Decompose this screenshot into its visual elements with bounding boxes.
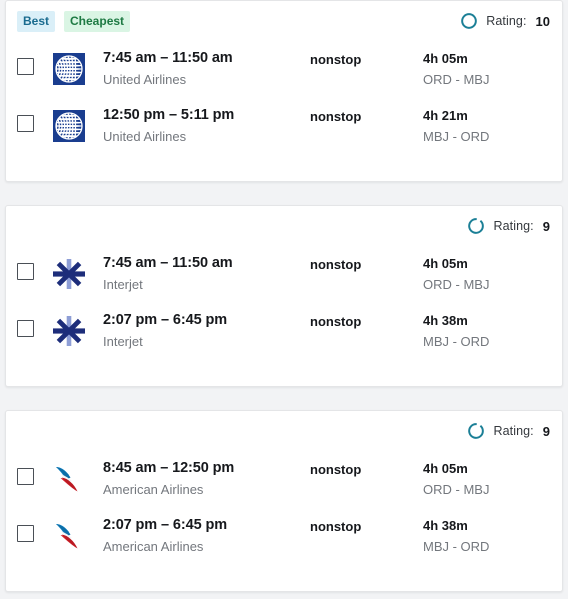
flight-select-checkbox[interactable] xyxy=(17,468,34,485)
flight-duration-block: 4h 21m MBJ - ORD xyxy=(423,106,550,146)
flight-airline-name: United Airlines xyxy=(103,129,187,144)
interjet-logo xyxy=(51,256,87,292)
rating-group: Rating: 9 xyxy=(467,217,550,235)
flight-row[interactable]: 2:07 pm – 6:45 pm Interjet nonstop 4h 38m MB… xyxy=(6,303,562,360)
flight-airline-name: American Airlines xyxy=(103,539,204,554)
flight-airline-name: Interjet xyxy=(103,277,143,292)
flight-times: 12:50 pm – 5:11 pm xyxy=(103,107,235,123)
flight-card-header: Rating: 9 xyxy=(6,411,562,451)
flight-duration-block: 4h 38m MBJ - ORD xyxy=(423,311,550,351)
rating-label: Rating: xyxy=(486,14,527,28)
rating-label: Rating: xyxy=(493,424,534,438)
flight-time-block: 7:45 am – 11:50 am United Airlines xyxy=(103,49,310,89)
flight-times: 7:45 am – 11:50 am xyxy=(103,50,233,66)
flight-select-checkbox[interactable] xyxy=(17,525,34,542)
rating-value: 10 xyxy=(535,13,550,29)
flight-duration-block: 4h 05m ORD - MBJ xyxy=(423,459,550,499)
flight-select-checkbox[interactable] xyxy=(17,320,34,337)
flight-route: MBJ - ORD xyxy=(423,129,490,144)
flight-airline-name: American Airlines xyxy=(103,482,204,497)
rating-full-circle-icon xyxy=(460,12,478,30)
flight-card-header: Rating: 9 xyxy=(6,206,562,246)
flight-duration: 4h 38m xyxy=(423,518,468,533)
united-airlines-logo xyxy=(51,108,87,144)
flight-stops: nonstop xyxy=(310,109,362,124)
flight-stops: nonstop xyxy=(310,462,362,477)
badge-best: Best xyxy=(17,10,56,32)
flight-time-block: 2:07 pm – 6:45 pm Interjet xyxy=(103,311,310,351)
flight-row[interactable]: 7:45 am – 11:50 am United Airlines nonstop… xyxy=(6,41,562,98)
rating-partial-circle-icon xyxy=(467,422,485,440)
flight-card-body: 7:45 am – 11:50 am Interjet nonstop 4h 05m O… xyxy=(6,246,562,386)
flight-card-header: Best Cheapest Rating: 10 xyxy=(6,1,562,41)
flight-time-block: 12:50 pm – 5:11 pm United Airlines xyxy=(103,106,310,146)
flight-airline-name: United Airlines xyxy=(103,72,187,87)
flight-card: Rating: 9 7:45 am – 11:50 am Interjet nonsto… xyxy=(5,205,563,387)
interjet-logo xyxy=(51,313,87,349)
flight-duration-block: 4h 05m ORD - MBJ xyxy=(423,49,550,89)
flight-card: Best Cheapest Rating: 10 7:45 am – 11:50 am U… xyxy=(5,0,563,182)
flight-duration: 4h 05m xyxy=(423,256,468,271)
flight-route: ORD - MBJ xyxy=(423,72,490,87)
flight-duration: 4h 05m xyxy=(423,51,468,66)
flight-airline-name: Interjet xyxy=(103,334,143,349)
flight-route: ORD - MBJ xyxy=(423,277,490,292)
flight-select-checkbox[interactable] xyxy=(17,58,34,75)
flight-stops: nonstop xyxy=(310,257,362,272)
flight-times: 2:07 pm – 6:45 pm xyxy=(103,517,228,533)
flight-row[interactable]: 7:45 am – 11:50 am Interjet nonstop 4h 05m O… xyxy=(6,246,562,303)
flight-results-page: Best Cheapest Rating: 10 7:45 am – 11:50 am U… xyxy=(0,0,568,599)
american-airlines-logo xyxy=(51,461,87,497)
rating-partial-circle-icon xyxy=(467,217,485,235)
flight-row[interactable]: 8:45 am – 12:50 pm American Airlines nonst… xyxy=(6,451,562,508)
flight-stops: nonstop xyxy=(310,519,362,534)
american-airlines-logo xyxy=(51,518,87,554)
flight-results-list: Best Cheapest Rating: 10 7:45 am – 11:50 am U… xyxy=(0,0,568,599)
flight-duration-block: 4h 38m MBJ - ORD xyxy=(423,516,550,556)
flight-stops: nonstop xyxy=(310,314,362,329)
rating-value: 9 xyxy=(542,423,550,439)
flight-card-body: 7:45 am – 11:50 am United Airlines nonstop… xyxy=(6,41,562,181)
flight-route: MBJ - ORD xyxy=(423,334,490,349)
flight-card: Rating: 9 8:45 am – 12:50 pm American Airli… xyxy=(5,410,563,592)
rating-group: Rating: 9 xyxy=(467,422,550,440)
flight-duration: 4h 05m xyxy=(423,461,468,476)
flight-duration-block: 4h 05m ORD - MBJ xyxy=(423,254,550,294)
flight-times: 8:45 am – 12:50 pm xyxy=(103,460,235,476)
flight-card-body: 8:45 am – 12:50 pm American Airlines nonst… xyxy=(6,451,562,591)
badge-cheapest: Cheapest xyxy=(64,10,131,32)
flight-route: ORD - MBJ xyxy=(423,482,490,497)
flight-row[interactable]: 2:07 pm – 6:45 pm American Airlines nonsto… xyxy=(6,508,562,565)
rating-label: Rating: xyxy=(493,219,534,233)
flight-row[interactable]: 12:50 pm – 5:11 pm United Airlines nonstop… xyxy=(6,98,562,155)
flight-duration: 4h 21m xyxy=(423,108,468,123)
flight-duration: 4h 38m xyxy=(423,313,468,328)
rating-value: 9 xyxy=(542,218,550,234)
flight-select-checkbox[interactable] xyxy=(17,263,34,280)
flight-time-block: 8:45 am – 12:50 pm American Airlines xyxy=(103,459,310,499)
flight-times: 2:07 pm – 6:45 pm xyxy=(103,312,228,328)
flight-route: MBJ - ORD xyxy=(423,539,490,554)
united-airlines-logo xyxy=(51,51,87,87)
flight-stops: nonstop xyxy=(310,52,362,67)
flight-time-block: 2:07 pm – 6:45 pm American Airlines xyxy=(103,516,310,556)
flight-times: 7:45 am – 11:50 am xyxy=(103,255,233,271)
badge-group: Best Cheapest xyxy=(17,10,131,32)
rating-group: Rating: 10 xyxy=(460,12,550,30)
flight-select-checkbox[interactable] xyxy=(17,115,34,132)
flight-time-block: 7:45 am – 11:50 am Interjet xyxy=(103,254,310,294)
